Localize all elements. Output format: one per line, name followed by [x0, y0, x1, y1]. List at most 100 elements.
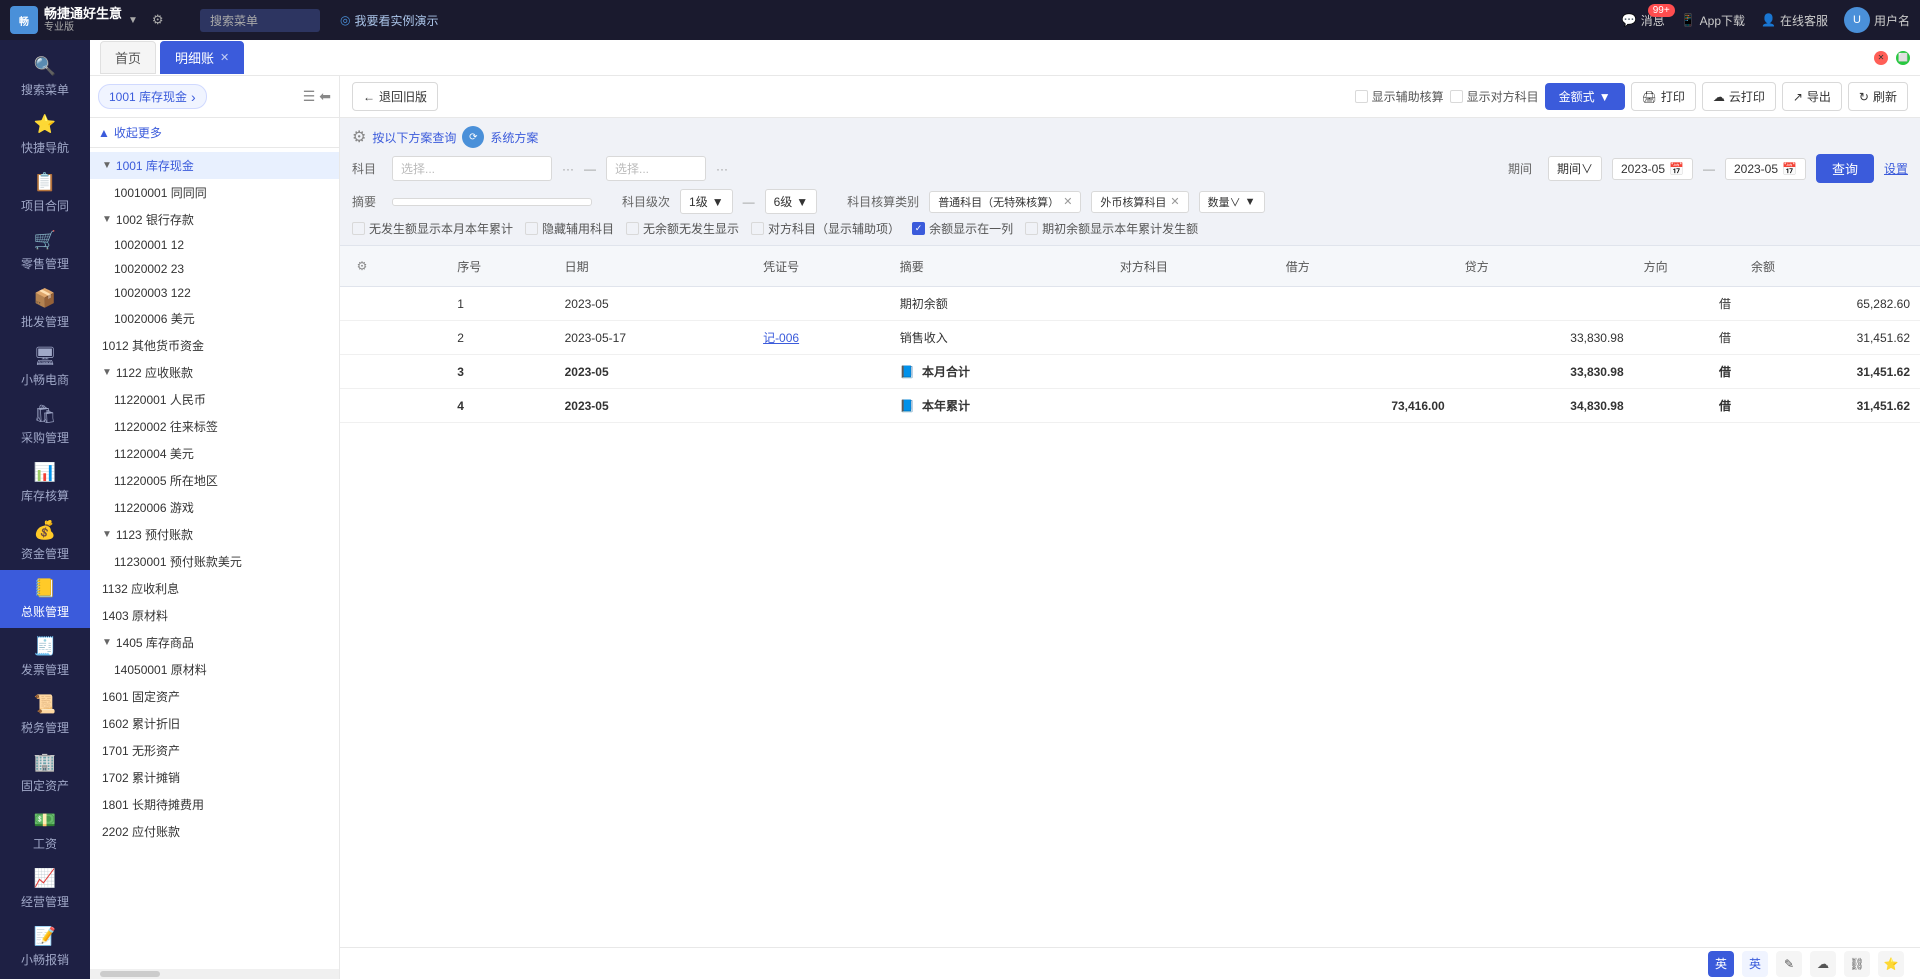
- sidebar-item-assets[interactable]: 🏢 固定资产: [0, 744, 90, 802]
- account-input[interactable]: 选择...: [392, 156, 552, 181]
- tree-item-11220002[interactable]: 11220002 往来标签: [90, 413, 339, 440]
- show-aux-checkbox[interactable]: 显示辅助核算: [1355, 88, 1444, 105]
- tree-item-1123[interactable]: ▼ 1123 预付账款: [90, 521, 339, 548]
- app-download-btn[interactable]: 📱 App下载: [1681, 12, 1745, 29]
- level-start-select[interactable]: 1级 ▼: [680, 189, 733, 214]
- gear-icon[interactable]: ⚙: [152, 12, 164, 28]
- sidebar-item-tax[interactable]: 📜 税务管理: [0, 686, 90, 744]
- tree-item-10020001[interactable]: 10020001 12: [90, 233, 339, 257]
- list-view-icon[interactable]: ☰: [303, 88, 316, 105]
- table-settings-icon[interactable]: ⚙: [350, 254, 374, 278]
- level-end-select[interactable]: 6级 ▼: [765, 189, 818, 214]
- tree-item-1001[interactable]: ▼ 1001 库存现金: [90, 152, 339, 179]
- horizontal-scrollbar[interactable]: [90, 969, 339, 979]
- tree-item-11220001[interactable]: 11220001 人民币: [90, 386, 339, 413]
- table-row[interactable]: 1 2023-05 期初余额 借 65,282.60: [340, 287, 1920, 321]
- sidebar-item-wholesale[interactable]: 📦 批发管理: [0, 280, 90, 338]
- table-row[interactable]: 4 2023-05 📘 本年累计 73,416.00 34,830.98: [340, 389, 1920, 423]
- tree-item-11220005[interactable]: 11220005 所在地区: [90, 467, 339, 494]
- tree-item-1702[interactable]: 1702 累计摊销: [90, 764, 339, 791]
- user-avatar[interactable]: U 用户名: [1844, 7, 1910, 33]
- sidebar-item-invoice[interactable]: 🧾 发票管理: [0, 628, 90, 686]
- table-row[interactable]: 3 2023-05 📘 本月合计 33,830.98 借: [340, 355, 1920, 389]
- category-tag-1-remove-icon[interactable]: ✕: [1063, 195, 1072, 208]
- tree-item-11220004[interactable]: 11220004 美元: [90, 440, 339, 467]
- online-service-btn[interactable]: 👤 在线客服: [1761, 12, 1828, 29]
- win-max-btn[interactable]: ⬜: [1896, 51, 1910, 65]
- sidebar-item-inventory[interactable]: 📊 库存核算: [0, 454, 90, 512]
- export-btn[interactable]: ↗ 导出: [1782, 82, 1842, 111]
- tree-item-1801[interactable]: 1801 长期待摊费用: [90, 791, 339, 818]
- tree-item-11230001[interactable]: 11230001 预付账款美元: [90, 548, 339, 575]
- win-close-btn[interactable]: ✕: [1874, 51, 1888, 65]
- sidebar-item-salary[interactable]: 💵 工资: [0, 802, 90, 860]
- tab-detail[interactable]: 明细账 ✕: [160, 41, 244, 74]
- cloud-print-btn[interactable]: ☁ 云打印: [1702, 82, 1776, 111]
- category-tag-3[interactable]: 数量∨ ▼: [1199, 191, 1265, 213]
- search-bar-input[interactable]: 搜索菜单: [200, 9, 320, 32]
- tree-item-10020002[interactable]: 10020002 23: [90, 257, 339, 281]
- english-btn[interactable]: 英: [1708, 951, 1734, 977]
- tree-item-1701[interactable]: 1701 无形资产: [90, 737, 339, 764]
- tree-item-10010001[interactable]: 10010001 同同同: [90, 179, 339, 206]
- sidebar-item-operations[interactable]: 📈 经营管理: [0, 860, 90, 918]
- system-scheme-label[interactable]: 系统方案: [490, 129, 538, 146]
- sidebar-item-report[interactable]: 📝 小畅报销: [0, 918, 90, 976]
- col-settings[interactable]: ⚙: [340, 246, 447, 287]
- checkbox-no-occur[interactable]: 无发生额显示本月本年累计: [352, 220, 513, 237]
- tree-item-10020003[interactable]: 10020003 122: [90, 281, 339, 305]
- query-btn[interactable]: 查询: [1816, 154, 1874, 183]
- checkbox-balance-one-col[interactable]: ✓ 余额显示在一列: [912, 220, 1013, 237]
- collapse-icon[interactable]: ⬅: [319, 88, 331, 105]
- star-icon-btn[interactable]: ⭐: [1878, 951, 1904, 977]
- sidebar-item-ledger[interactable]: 📒 总账管理: [0, 570, 90, 628]
- print-btn[interactable]: 🖨 打印: [1631, 82, 1696, 111]
- sidebar-item-ecommerce[interactable]: 🖥 小畅电商: [0, 338, 90, 396]
- message-btn[interactable]: 💬 消息 99+: [1622, 12, 1665, 29]
- refresh-btn[interactable]: ↻ 刷新: [1848, 82, 1908, 111]
- tree-item-1405[interactable]: ▼ 1405 库存商品: [90, 629, 339, 656]
- row2-voucher[interactable]: 记-006: [753, 321, 890, 355]
- summary-input[interactable]: [392, 198, 592, 206]
- tree-item-1601[interactable]: 1601 固定资产: [90, 683, 339, 710]
- bottom-btn-2[interactable]: 英: [1742, 951, 1768, 977]
- demo-link[interactable]: ◎ 我要看实例演示: [340, 12, 439, 29]
- table-row[interactable]: 2 2023-05-17 记-006 销售收入 33,830.98 借 31,4…: [340, 321, 1920, 355]
- period-type-picker[interactable]: 期间∨: [1548, 156, 1602, 181]
- edit-icon-btn[interactable]: ✎: [1776, 951, 1802, 977]
- query-scheme-label[interactable]: 按以下方案查询: [372, 129, 456, 146]
- checkbox-hide-aux[interactable]: 隐藏辅用科目: [525, 220, 614, 237]
- sidebar-item-finance[interactable]: 💰 资金管理: [0, 512, 90, 570]
- tree-item-1002[interactable]: ▼ 1002 银行存款: [90, 206, 339, 233]
- category-tag-1[interactable]: 普通科目（无特殊核算） ✕: [929, 191, 1081, 213]
- sidebar-item-quick-nav[interactable]: ⭐ 快捷导航: [0, 106, 90, 164]
- tree-item-1602[interactable]: 1602 累计折旧: [90, 710, 339, 737]
- tree-item-1012[interactable]: 1012 其他货币资金: [90, 332, 339, 359]
- period-start-picker[interactable]: 2023-05 📅: [1612, 158, 1693, 180]
- period-end-picker[interactable]: 2023-05 📅: [1725, 158, 1806, 180]
- tree-item-1132[interactable]: 1132 应收利息: [90, 575, 339, 602]
- filter-gear-icon[interactable]: ⚙: [352, 127, 366, 147]
- tree-item-2202[interactable]: 2202 应付账款: [90, 818, 339, 845]
- current-account-tag[interactable]: 1001 库存现金 ›: [98, 84, 207, 109]
- amount-mode-btn[interactable]: 金额式 ▼: [1545, 83, 1625, 110]
- account-end-input[interactable]: 选择...: [606, 156, 706, 181]
- checkbox-opposite-show[interactable]: 对方科目（显示辅助项）: [751, 220, 900, 237]
- back-to-old-btn[interactable]: ← 退回旧版: [352, 82, 438, 111]
- category-tag-2[interactable]: 外币核算科目 ✕: [1091, 191, 1188, 213]
- sidebar-item-search[interactable]: 🔍 搜索菜单: [0, 48, 90, 106]
- sidebar-item-project[interactable]: 📋 项目合同: [0, 164, 90, 222]
- sidebar-item-retail[interactable]: 🛒 零售管理: [0, 222, 90, 280]
- tree-item-1122[interactable]: ▼ 1122 应收账款: [90, 359, 339, 386]
- tab-close-icon[interactable]: ✕: [220, 51, 229, 64]
- cloud-icon-btn[interactable]: ☁: [1810, 951, 1836, 977]
- tree-item-14050001[interactable]: 14050001 原材料: [90, 656, 339, 683]
- expand-more-btn[interactable]: ▲ 收起更多: [90, 118, 339, 148]
- checkbox-year-begin[interactable]: 期初余额显示本年累计发生额: [1025, 220, 1198, 237]
- tab-home[interactable]: 首页: [100, 41, 156, 74]
- tree-item-10020006[interactable]: 10020006 美元: [90, 305, 339, 332]
- settings-btn[interactable]: 设置: [1884, 160, 1908, 177]
- checkbox-no-balance-hide[interactable]: 无余额无发生显示: [626, 220, 739, 237]
- sidebar-item-purchase[interactable]: 🛍 采购管理: [0, 396, 90, 454]
- account-nav-icon[interactable]: ›: [191, 89, 196, 105]
